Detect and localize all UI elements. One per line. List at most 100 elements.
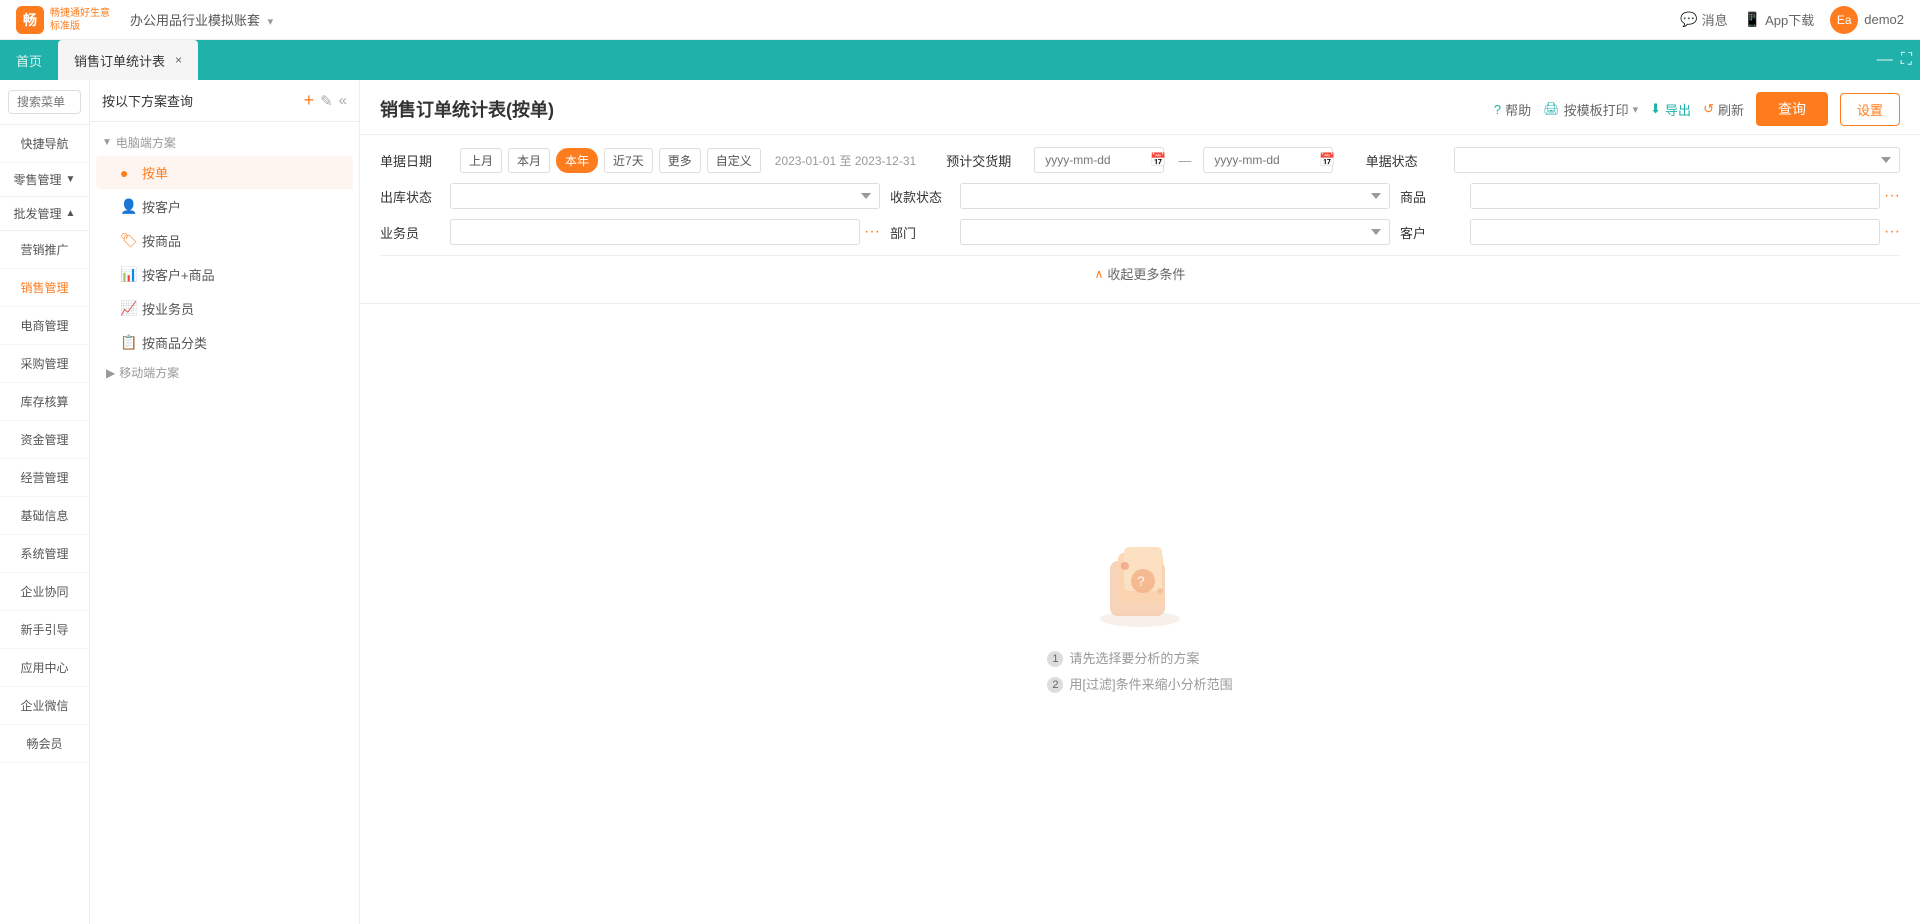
outstock-select[interactable]	[450, 183, 880, 209]
add-scheme-btn[interactable]: +	[304, 90, 315, 111]
tab-active-label: 销售订单统计表	[74, 51, 165, 70]
more-date-btn[interactable]: 更多	[659, 148, 701, 173]
top-bar: 畅 畅捷通好生意 标准版 办公用品行业模拟账套 ▾ 💬 消息 📱 App下载 E…	[0, 0, 1920, 40]
sidebar-item-quick-nav[interactable]: 快捷导航	[0, 125, 89, 163]
date-dash: —	[1174, 153, 1195, 168]
top-bar-right: 💬 消息 📱 App下载 Ea demo2	[1680, 6, 1904, 34]
last-month-btn[interactable]: 上月	[460, 148, 502, 173]
filter-row-1: 单据日期 上月 本月 本年 近7天 更多 自定义 2023-01-01 至 20…	[380, 147, 1900, 173]
export-icon: ⬇	[1650, 101, 1661, 117]
help-label: 帮助	[1505, 100, 1531, 119]
pc-scheme-label: 电脑端方案	[116, 134, 176, 151]
export-btn[interactable]: ⬇ 导出	[1650, 100, 1691, 119]
print-btn[interactable]: 🖨 按模板打印 ▾	[1543, 100, 1638, 119]
this-year-btn[interactable]: 本年	[556, 148, 598, 173]
pc-scheme-title[interactable]: ▼ 电脑端方案	[90, 130, 359, 155]
collapse-filter-btn[interactable]: ∧ 收起更多条件	[380, 255, 1900, 291]
mobile-scheme-title[interactable]: ▶ 移动端方案	[90, 360, 359, 385]
page-title: 销售订单统计表(按单)	[380, 96, 554, 122]
salesperson-dots[interactable]: ···	[864, 223, 880, 241]
scheme-item-by-order[interactable]: ● 按单	[96, 156, 353, 189]
sidebar-item-purchase[interactable]: 采购管理	[0, 345, 89, 383]
by-customer-product-icon: 📊	[120, 266, 136, 283]
sidebar-item-finance[interactable]: 资金管理	[0, 421, 89, 459]
delivery-end-wrap: 📅	[1203, 147, 1335, 173]
tab-bar-actions: — ⛶	[1877, 51, 1912, 69]
scheme-item-by-salesperson[interactable]: 📈 按业务员	[96, 292, 353, 325]
print-chevron: ▾	[1633, 103, 1639, 116]
avatar: Ea	[1830, 6, 1858, 34]
scheme-item-by-product[interactable]: 🏷 按商品	[96, 224, 353, 257]
search-input[interactable]	[8, 90, 81, 114]
sidebar-item-sales[interactable]: 销售管理	[0, 269, 89, 307]
department-select[interactable]	[960, 219, 1390, 245]
salesperson-input[interactable]	[450, 219, 860, 245]
sidebar-item-system[interactable]: 系统管理	[0, 535, 89, 573]
sidebar-item-member[interactable]: 畅会员	[0, 725, 89, 763]
scheme-item-label: 按商品分类	[142, 333, 207, 352]
delivery-end-cal-icon: 📅	[1319, 152, 1335, 168]
empty-illustration: ?	[1080, 531, 1200, 634]
app-title-chevron[interactable]: ▾	[268, 16, 274, 28]
collapse-label: 收起更多条件	[1107, 264, 1185, 283]
left-panel-header: 按以下方案查询 + ✎ «	[90, 80, 359, 122]
sidebar-item-ecommerce[interactable]: 电商管理	[0, 307, 89, 345]
help-btn[interactable]: ? 帮助	[1494, 100, 1531, 119]
customer-dots[interactable]: ···	[1884, 223, 1900, 241]
settings-button[interactable]: 设置	[1840, 93, 1900, 126]
sidebar-item-operations[interactable]: 经营管理	[0, 459, 89, 497]
logo-char: 畅	[23, 10, 37, 30]
wholesale-arrow: ▲	[66, 208, 76, 219]
tab-home[interactable]: 首页	[0, 40, 58, 80]
tip-num-2: 2	[1047, 677, 1063, 693]
this-month-btn[interactable]: 本月	[508, 148, 550, 173]
sidebar-item-inventory[interactable]: 库存核算	[0, 383, 89, 421]
sidebar-group-wholesale: 批发管理 ▲	[0, 197, 89, 231]
scheme-item-by-category[interactable]: 📋 按商品分类	[96, 326, 353, 359]
user-area[interactable]: Ea demo2	[1830, 6, 1904, 34]
collapse-panel-btn[interactable]: «	[339, 92, 347, 109]
tab-close-icon[interactable]: ×	[175, 53, 182, 67]
svg-text:?: ?	[1137, 573, 1145, 589]
sidebar-item-app-center[interactable]: 应用中心	[0, 649, 89, 687]
delivery-start-input[interactable]	[1034, 147, 1164, 173]
pc-scheme-arrow: ▼	[102, 137, 112, 148]
right-panel: 销售订单统计表(按单) ? 帮助 🖨 按模板打印 ▾ ⬇ 导出	[360, 80, 1920, 924]
status-select[interactable]	[1454, 147, 1900, 173]
left-panel-title: 按以下方案查询	[102, 91, 193, 110]
message-btn[interactable]: 💬 消息	[1680, 10, 1727, 29]
sidebar-item-marketing[interactable]: 营销推广	[0, 231, 89, 269]
search-button[interactable]: 查询	[1756, 92, 1828, 126]
sidebar-item-retail[interactable]: 零售管理 ▼	[0, 163, 89, 196]
department-cell: 部门	[890, 219, 1390, 245]
goods-dots[interactable]: ···	[1884, 187, 1900, 205]
goods-input[interactable]	[1470, 183, 1880, 209]
customer-input[interactable]	[1470, 219, 1880, 245]
logo-icon: 畅	[16, 6, 44, 34]
app-download-btn[interactable]: 📱 App下载	[1744, 10, 1815, 29]
tip-text-1: 请先选择要分析的方案	[1069, 646, 1199, 672]
filter-row-3: 业务员 ··· 部门 客户 ···	[380, 219, 1900, 245]
tab-sales-statistics[interactable]: 销售订单统计表 ×	[58, 40, 198, 80]
custom-date-btn[interactable]: 自定义	[707, 148, 761, 173]
edit-scheme-btn[interactable]: ✎	[320, 92, 333, 110]
by-salesperson-icon: 📈	[120, 300, 136, 317]
sidebar-item-basic-info[interactable]: 基础信息	[0, 497, 89, 535]
tip-text-2: 用[过滤]条件来缩小分析范围	[1069, 672, 1232, 698]
sidebar-item-enterprise[interactable]: 企业协同	[0, 573, 89, 611]
payment-select[interactable]	[960, 183, 1390, 209]
tab-home-label: 首页	[16, 51, 42, 70]
sidebar-item-wechat[interactable]: 企业微信	[0, 687, 89, 725]
scheme-item-by-customer-product[interactable]: 📊 按客户+商品	[96, 258, 353, 291]
delivery-end-input[interactable]	[1203, 147, 1333, 173]
delivery-date-label: 预计交货期	[946, 151, 1026, 170]
refresh-icon: ↺	[1703, 101, 1714, 117]
refresh-btn[interactable]: ↺ 刷新	[1703, 100, 1744, 119]
sidebar-item-wholesale[interactable]: 批发管理 ▲	[0, 197, 89, 230]
minimize-btn[interactable]: —	[1877, 51, 1893, 69]
sidebar-item-newbie[interactable]: 新手引导	[0, 611, 89, 649]
print-icon: 🖨	[1543, 101, 1560, 117]
last7days-btn[interactable]: 近7天	[604, 148, 653, 173]
scheme-item-by-customer[interactable]: 👤 按客户	[96, 190, 353, 223]
maximize-btn[interactable]: ⛶	[1901, 51, 1912, 69]
